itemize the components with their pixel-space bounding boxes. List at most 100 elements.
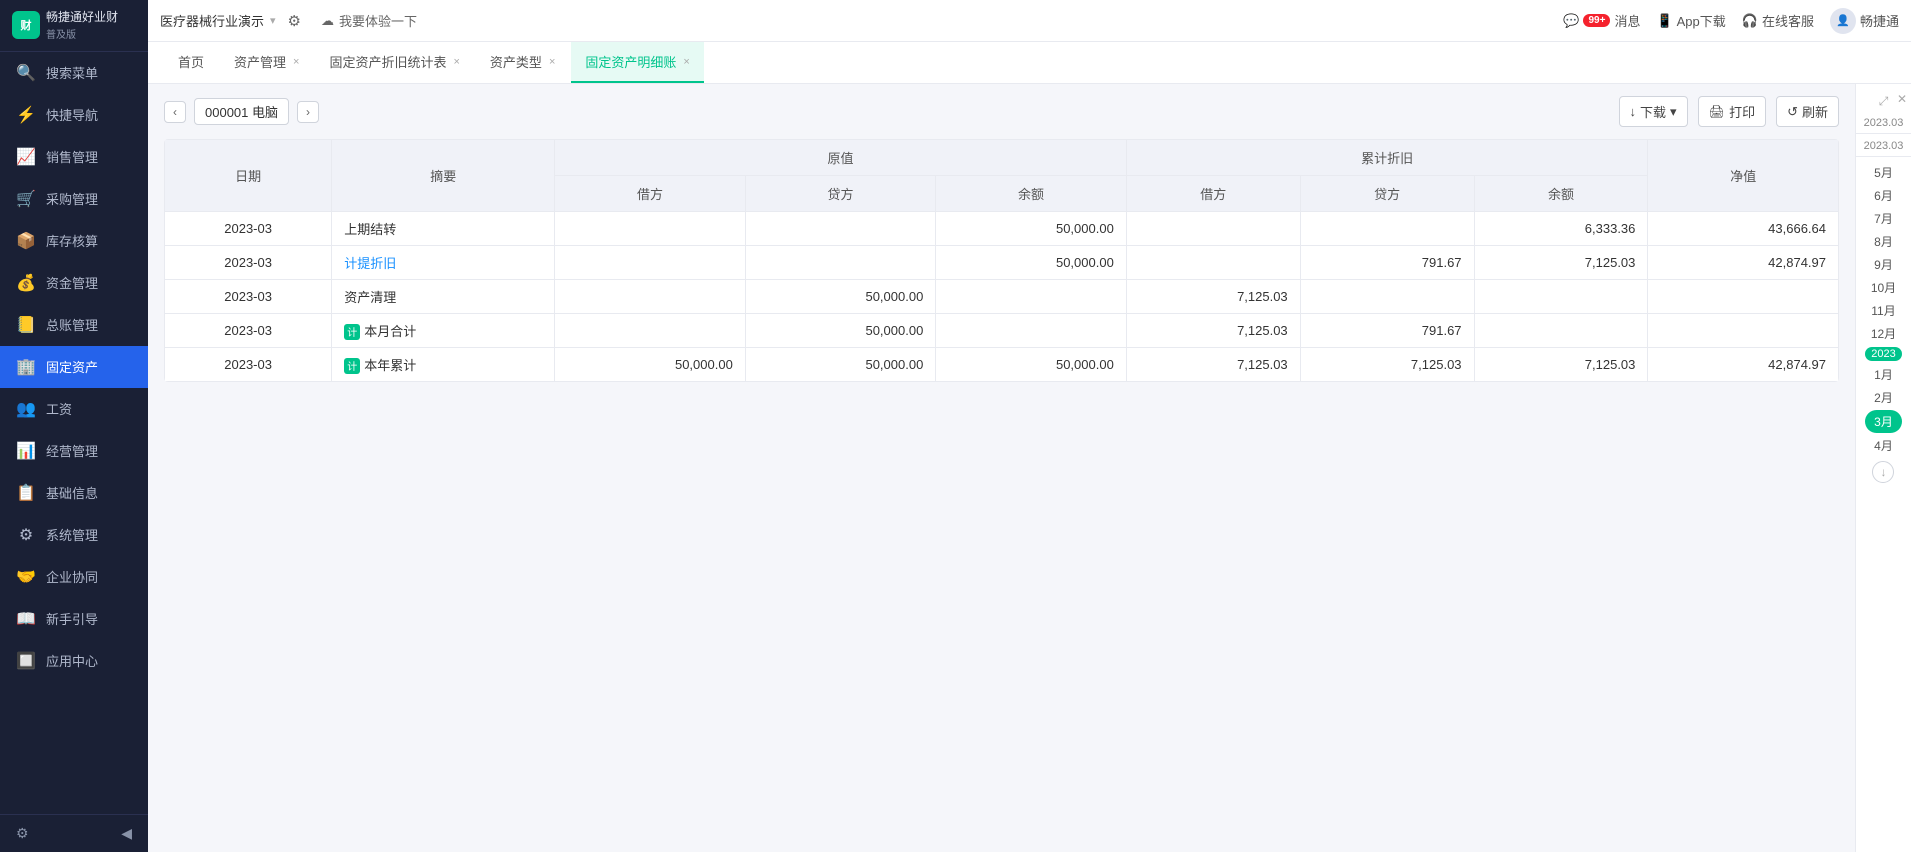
cell-acc-debit: 7,125.03 [1126,314,1300,348]
sidebar-bottom: ⚙ ◀ [0,814,148,852]
inventory-label: 库存核算 [46,231,98,250]
timeline-scroll-btn[interactable]: ↓ [1872,461,1894,483]
cooperation-icon: 🤝 [16,567,36,587]
cell-acc-debit [1126,212,1300,246]
timeline-close-btn[interactable]: ✕ [1897,92,1907,106]
sidebar-item-cooperation[interactable]: 🤝 企业协同 [0,556,148,598]
print-icon: 🖨 [1709,104,1726,120]
cell-orig-credit: 50,000.00 [745,280,936,314]
sidebar-item-quick-nav[interactable]: ⚡ 快捷导航 [0,94,148,136]
cell-acc-credit: 791.67 [1300,246,1474,280]
timeline-month-4月[interactable]: 4月 [1865,434,1901,457]
col-orig-debit: 借方 [555,176,746,212]
tab-label-home: 首页 [178,52,204,71]
timeline-month-12月[interactable]: 12月 [1865,322,1901,345]
sidebar-item-purchase[interactable]: 🛒 采购管理 [0,178,148,220]
download-chevron-icon: ▾ [1670,104,1677,120]
asset-prev-btn[interactable]: ‹ [164,101,186,123]
sidebar-item-search[interactable]: 🔍 搜索菜单 [0,52,148,94]
tabs-bar: 首页资产管理×固定资产折旧统计表×资产类型×固定资产明细账× [148,42,1911,84]
cell-orig-balance [936,280,1127,314]
topbar-settings-icon[interactable]: ⚙ [288,12,301,30]
download-btn[interactable]: ↓ 下载 ▾ [1619,96,1688,127]
tab-close-depreciation-stats[interactable]: × [453,56,459,68]
sidebar-item-sales[interactable]: 📈 销售管理 [0,136,148,178]
sidebar-item-app-center[interactable]: 🔲 应用中心 [0,640,148,682]
cell-acc-balance [1474,314,1648,348]
experience-label: 我要体验一下 [339,11,417,30]
print-btn[interactable]: 🖨 打印 [1698,96,1767,127]
tab-asset-type[interactable]: 资产类型× [476,42,569,83]
tab-close-asset-type[interactable]: × [549,56,555,68]
sidebar-item-basic-info[interactable]: 📋 基础信息 [0,472,148,514]
user-label: 畅捷通 [1860,11,1899,30]
tab-close-asset-detail[interactable]: × [683,56,689,68]
cell-summary: 资产清理 [332,280,555,314]
timeline-month-6月[interactable]: 6月 [1865,184,1901,207]
collapse-icon[interactable]: ◀ [121,825,132,842]
col-orig-credit: 贷方 [745,176,936,212]
sidebar-item-guide[interactable]: 📖 新手引导 [0,598,148,640]
total-icon: 计 [344,358,360,374]
basic-info-label: 基础信息 [46,483,98,502]
timeline-header1: 2023.03 [1856,115,1911,134]
sidebar-item-payroll[interactable]: 👥 工资 [0,388,148,430]
online-service-label: 在线客服 [1762,11,1814,30]
timeline-month-2月[interactable]: 2月 [1865,386,1901,409]
table-row: 2023-03 上期结转 50,000.00 6,333.36 43,666.6… [165,212,1839,246]
sidebar-item-system[interactable]: ⚙ 系统管理 [0,514,148,556]
download-icon: ↓ [1630,104,1637,119]
cell-summary: 上期结转 [332,212,555,246]
tab-depreciation-stats[interactable]: 固定资产折旧统计表× [315,42,473,83]
online-service-btn[interactable]: 🎧 在线客服 [1742,11,1814,30]
search-label: 搜索菜单 [46,63,98,82]
sidebar-item-fixed-assets[interactable]: 🏢 固定资产 [0,346,148,388]
tab-asset-detail[interactable]: 固定资产明细账× [571,42,703,83]
refresh-btn[interactable]: ↺ 刷新 [1776,96,1839,127]
sidebar-item-capital[interactable]: 💰 资金管理 [0,262,148,304]
tab-close-asset-mgmt[interactable]: × [293,56,299,68]
sidebar-item-operations[interactable]: 📊 经营管理 [0,430,148,472]
timeline-month-11月[interactable]: 11月 [1865,299,1901,322]
tab-home[interactable]: 首页 [164,42,218,83]
settings-icon[interactable]: ⚙ [16,825,29,842]
cell-date: 2023-03 [165,246,332,280]
timeline-month-9月[interactable]: 9月 [1865,253,1901,276]
cell-orig-credit [745,246,936,280]
ledger-icon: 📒 [16,315,36,335]
payroll-label: 工资 [46,399,72,418]
fixed-assets-icon: 🏢 [16,357,36,377]
timeline-month-5月[interactable]: 5月 [1865,161,1901,184]
quick-nav-icon: ⚡ [16,105,36,125]
sidebar-item-ledger[interactable]: 📒 总账管理 [0,304,148,346]
cell-acc-balance: 7,125.03 [1474,246,1648,280]
timeline-month-8月[interactable]: 8月 [1865,230,1901,253]
user-btn[interactable]: 👤 畅捷通 [1830,8,1899,34]
cell-acc-credit: 7,125.03 [1300,348,1474,382]
timeline-expand-btn[interactable]: ⤢ [1879,94,1889,109]
print-label: 打印 [1729,102,1755,121]
purchase-label: 采购管理 [46,189,98,208]
app-center-label: 应用中心 [46,651,98,670]
cell-orig-debit [555,212,746,246]
timeline-month-3月[interactable]: 3月 [1865,410,1901,433]
app-download-btn[interactable]: 📱 App下载 [1656,11,1725,30]
tab-asset-mgmt[interactable]: 资产管理× [220,42,313,83]
timeline-month-1月[interactable]: 1月 [1865,363,1901,386]
company-selector[interactable]: 医疗器械行业演示 ▾ [160,11,276,30]
timeline-month-7月[interactable]: 7月 [1865,207,1901,230]
messages-btn[interactable]: 💬 99+ 消息 [1563,11,1640,30]
cell-net-value: 43,666.64 [1648,212,1839,246]
table-row: 2023-03 资产清理 50,000.00 7,125.03 [165,280,1839,314]
app-center-icon: 🔲 [16,651,36,671]
col-acc-debit: 借方 [1126,176,1300,212]
experience-btn[interactable]: ☁ 我要体验一下 [321,11,417,30]
asset-next-btn[interactable]: › [297,101,319,123]
col-summary: 摘要 [332,140,555,212]
cell-acc-balance [1474,280,1648,314]
cell-orig-credit [745,212,936,246]
guide-icon: 📖 [16,609,36,629]
timeline-month-10月[interactable]: 10月 [1865,276,1901,299]
timeline-year-badge[interactable]: 2023 [1865,347,1901,361]
sidebar-item-inventory[interactable]: 📦 库存核算 [0,220,148,262]
